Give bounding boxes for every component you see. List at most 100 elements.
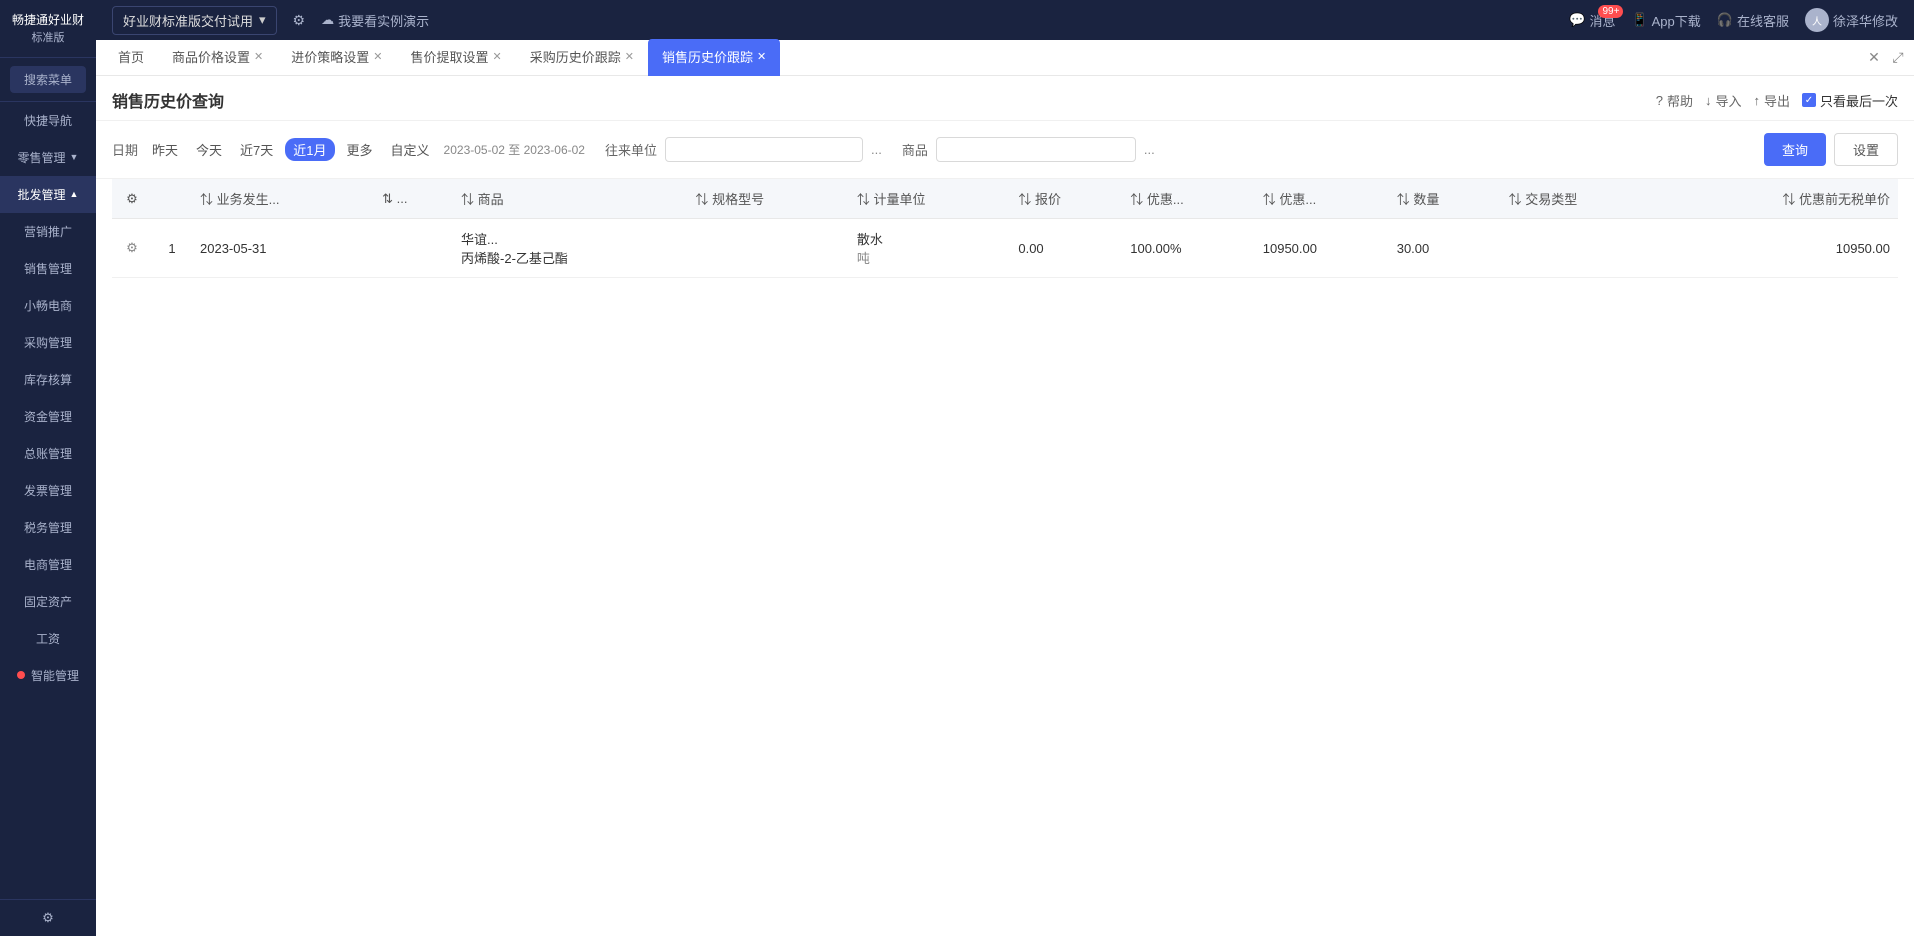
demo-label: 我要看实例演示 <box>338 11 429 30</box>
from-unit-more-button[interactable]: ... <box>871 142 882 157</box>
col-header-quantity[interactable]: ⇅ 数量 <box>1389 179 1501 219</box>
version-selector[interactable]: 好业财标准版交付试用 ▾ <box>112 6 277 35</box>
export-button[interactable]: ↑ 导出 <box>1753 91 1790 110</box>
gear-icon[interactable]: ⚙ <box>126 191 138 206</box>
sidebar-item-settings[interactable]: ⚙ <box>0 899 96 936</box>
date-opt-yesterday[interactable]: 昨天 <box>146 138 184 161</box>
app-logo: 畅捷通好业财 标准版 <box>0 0 96 58</box>
tab-close-icon[interactable]: ✕ <box>625 50 634 63</box>
col-header-price[interactable]: ⇅ 报价 <box>1010 179 1122 219</box>
col-header-transaction-type[interactable]: ⇅ 交易类型 <box>1501 179 1662 219</box>
row-gear-cell[interactable]: ⚙ <box>112 219 152 278</box>
from-unit-input[interactable] <box>665 137 863 162</box>
col-header-extra[interactable]: ⇅ ... <box>374 179 453 219</box>
page-content: 销售历史价查询 ? 帮助 ↓ 导入 ↑ 导出 ✓ 只看最后一次 <box>96 76 1914 936</box>
help-button[interactable]: ? 帮助 <box>1656 91 1693 110</box>
dot-indicator <box>17 671 25 679</box>
page-title: 销售历史价查询 <box>112 88 224 112</box>
sidebar-item-ecom2[interactable]: 电商管理 <box>0 546 96 583</box>
sidebar-item-salary[interactable]: 工资 <box>0 620 96 657</box>
date-opt-7days[interactable]: 近7天 <box>234 138 279 161</box>
row-transaction-type-cell <box>1501 219 1662 278</box>
sidebar-item-label: 工资 <box>36 630 60 647</box>
tab-purchase-history[interactable]: 采购历史价跟踪 ✕ <box>516 39 648 76</box>
sidebar-item-retail[interactable]: 零售管理 <box>0 139 96 176</box>
tab-price-extract[interactable]: 售价提取设置 ✕ <box>396 39 515 76</box>
chevron-down-icon: ▾ <box>259 12 266 28</box>
date-opt-1month[interactable]: 近1月 <box>285 138 334 161</box>
only-last-toggle[interactable]: ✓ 只看最后一次 <box>1802 91 1898 110</box>
message-button[interactable]: 💬 消息 99+ <box>1569 11 1615 30</box>
col-header-spec[interactable]: ⇅ 规格型号 <box>687 179 848 219</box>
sidebar-item-label: 小畅电商 <box>24 297 72 314</box>
checkbox-icon: ✓ <box>1802 93 1816 107</box>
tab-label: 销售历史价跟踪 <box>662 47 753 66</box>
col-label: 商品 <box>478 192 504 207</box>
col-header-product[interactable]: ⇅ 商品 <box>453 179 687 219</box>
sidebar-item-invoice[interactable]: 发票管理 <box>0 472 96 509</box>
tab-sales-history[interactable]: 销售历史价跟踪 ✕ <box>648 39 780 76</box>
sort-icon: ⇅ <box>1397 192 1410 207</box>
col-label: 交易类型 <box>1525 192 1577 207</box>
app-download-button[interactable]: 📱 App下载 <box>1631 11 1700 30</box>
query-button[interactable]: 查询 <box>1764 133 1826 166</box>
sidebar-item-inventory[interactable]: 库存核算 <box>0 361 96 398</box>
col-header-unit[interactable]: ⇅ 计量单位 <box>849 179 1010 219</box>
online-service-button[interactable]: 🎧 在线客服 <box>1717 11 1789 30</box>
col-header-business-date[interactable]: ⇅ 业务发生... <box>192 179 374 219</box>
sidebar-item-marketing[interactable]: 营销推广 <box>0 213 96 250</box>
maximize-window-button[interactable]: ⤢ <box>1890 50 1906 66</box>
demo-button[interactable]: ☁ 我要看实例演示 <box>321 11 429 30</box>
topbar-gear-icon[interactable]: ⚙ <box>289 8 310 33</box>
col-header-discount-pct[interactable]: ⇅ 优惠... <box>1122 179 1255 219</box>
sidebar-item-label: 库存核算 <box>24 371 72 388</box>
app-edition: 标准版 <box>32 29 65 45</box>
settings-button[interactable]: 设置 <box>1834 133 1898 166</box>
product-label: 商品 <box>902 140 928 159</box>
tab-purchase-strategy[interactable]: 进价策略设置 ✕ <box>277 39 396 76</box>
sidebar-item-finance[interactable]: 资金管理 <box>0 398 96 435</box>
tab-close-icon[interactable]: ✕ <box>254 50 263 63</box>
date-opt-custom[interactable]: 自定义 <box>385 138 436 161</box>
tab-close-icon[interactable]: ✕ <box>757 50 766 63</box>
close-window-button[interactable]: ✕ <box>1866 50 1882 66</box>
sidebar-item-ledger[interactable]: 总账管理 <box>0 435 96 472</box>
sidebar-item-ecommerce[interactable]: 小畅电商 <box>0 287 96 324</box>
tab-label: 采购历史价跟踪 <box>530 47 621 66</box>
sidebar-item-label: 资金管理 <box>24 408 72 425</box>
tab-product-price[interactable]: 商品价格设置 ✕ <box>158 39 277 76</box>
sidebar-item-label: 智能管理 <box>31 667 79 684</box>
only-last-label: 只看最后一次 <box>1820 91 1898 110</box>
col-header-pretax-price[interactable]: ⇅ 优惠前无税单价 <box>1662 179 1898 219</box>
sidebar: 畅捷通好业财 标准版 搜索菜单 快捷导航 零售管理 批发管理 营销推广 销售管理… <box>0 0 96 936</box>
user-profile-button[interactable]: 人 徐泽华修改 <box>1805 8 1898 32</box>
page-header: 销售历史价查询 ? 帮助 ↓ 导入 ↑ 导出 ✓ 只看最后一次 <box>96 76 1914 121</box>
date-opt-more[interactable]: 更多 <box>341 138 379 161</box>
col-label: 规格型号 <box>712 192 764 207</box>
sidebar-item-sales[interactable]: 销售管理 <box>0 250 96 287</box>
row-unit-cell: 散水吨 <box>849 219 1010 278</box>
col-header-gear: ⚙ <box>112 179 152 219</box>
from-unit-filter-group: 往来单位 ... <box>605 137 882 162</box>
sidebar-item-purchase[interactable]: 采购管理 <box>0 324 96 361</box>
col-header-discount-amt[interactable]: ⇅ 优惠... <box>1255 179 1389 219</box>
product-more-button[interactable]: ... <box>1144 142 1155 157</box>
sidebar-item-ai[interactable]: 智能管理 <box>0 657 96 694</box>
sidebar-item-wholesale[interactable]: 批发管理 <box>0 176 96 213</box>
tabbar: 首页 商品价格设置 ✕ 进价策略设置 ✕ 售价提取设置 ✕ 采购历史价跟踪 ✕ … <box>96 40 1914 76</box>
date-opt-today[interactable]: 今天 <box>190 138 228 161</box>
tab-home[interactable]: 首页 <box>104 39 158 76</box>
sidebar-item-label: 快捷导航 <box>24 112 72 129</box>
date-options: 昨天 今天 近7天 近1月 更多 自定义 <box>146 138 436 161</box>
sidebar-item-tax[interactable]: 税务管理 <box>0 509 96 546</box>
avatar: 人 <box>1805 8 1829 32</box>
import-button[interactable]: ↓ 导入 <box>1705 91 1742 110</box>
product-input[interactable] <box>936 137 1136 162</box>
col-label: 优惠前无税单价 <box>1799 192 1890 207</box>
tab-close-icon[interactable]: ✕ <box>493 50 502 63</box>
sort-icon: ⇅ <box>200 192 213 207</box>
tab-close-icon[interactable]: ✕ <box>373 50 382 63</box>
sidebar-item-quicknav[interactable]: 快捷导航 <box>0 102 96 139</box>
sidebar-item-assets[interactable]: 固定资产 <box>0 583 96 620</box>
search-menu-button[interactable]: 搜索菜单 <box>10 66 86 93</box>
